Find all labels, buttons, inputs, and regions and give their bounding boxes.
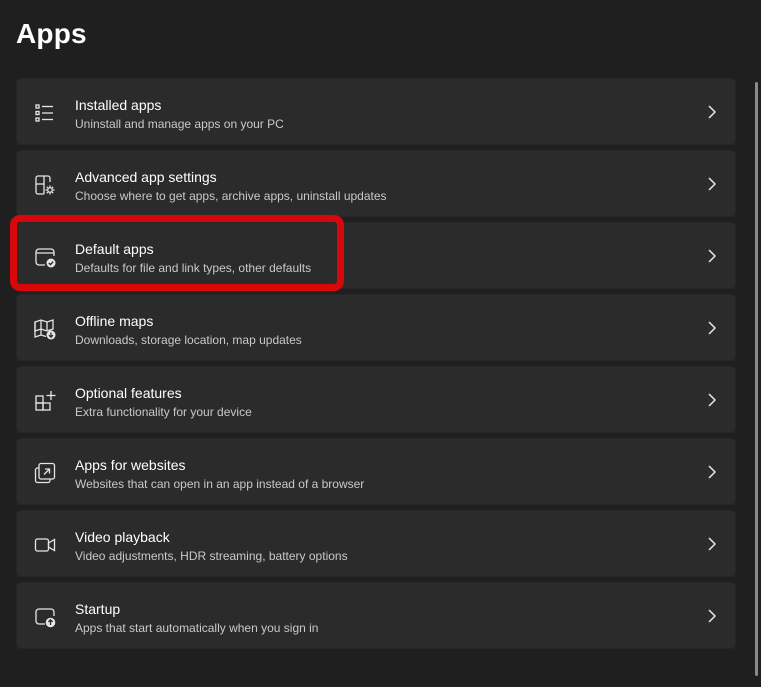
item-title: Apps for websites [75, 457, 186, 473]
installed-apps-item[interactable]: Installed apps Uninstall and manage apps… [16, 78, 736, 145]
startup-icon [33, 605, 57, 629]
page-title: Apps [16, 18, 87, 49]
item-subtitle: Apps that start automatically when you s… [75, 621, 319, 635]
installed-apps-icon [33, 101, 57, 125]
item-title: Offline maps [75, 313, 154, 329]
advanced-app-settings-item[interactable]: Advanced app settings Choose where to ge… [16, 150, 736, 217]
chevron-right-icon [705, 392, 719, 408]
startup-item[interactable]: Startup Apps that start automatically wh… [16, 582, 736, 649]
advanced-app-settings-icon [33, 173, 57, 197]
item-title: Startup [75, 601, 121, 617]
item-subtitle: Defaults for file and link types, other … [75, 261, 312, 275]
chevron-right-icon [705, 464, 719, 480]
chevron-right-icon [705, 320, 719, 336]
settings-list: Installed apps Uninstall and manage apps… [16, 78, 736, 654]
video-playback-item[interactable]: Video playback Video adjustments, HDR st… [16, 510, 736, 577]
item-title: Video playback [75, 529, 170, 545]
video-camera-icon [33, 533, 57, 557]
default-apps-icon [33, 245, 57, 269]
item-subtitle: Video adjustments, HDR streaming, batter… [75, 549, 348, 563]
apps-for-websites-item[interactable]: Apps for websites Websites that can open… [16, 438, 736, 505]
item-title: Advanced app settings [75, 169, 217, 185]
item-subtitle: Extra functionality for your device [75, 405, 252, 419]
optional-features-item[interactable]: Optional features Extra functionality fo… [16, 366, 736, 433]
offline-maps-item[interactable]: Offline maps Downloads, storage location… [16, 294, 736, 361]
chevron-right-icon [705, 104, 719, 120]
item-title: Installed apps [75, 97, 162, 113]
item-title: Optional features [75, 385, 182, 401]
optional-features-icon [33, 389, 57, 413]
chevron-right-icon [705, 176, 719, 192]
chevron-right-icon [705, 608, 719, 624]
item-subtitle: Choose where to get apps, archive apps, … [75, 189, 387, 203]
chevron-right-icon [705, 248, 719, 264]
default-apps-item[interactable]: Default apps Defaults for file and link … [16, 222, 736, 289]
apps-for-websites-icon [33, 461, 57, 485]
item-title: Default apps [75, 241, 154, 257]
offline-maps-icon [33, 317, 57, 341]
item-subtitle: Websites that can open in an app instead… [75, 477, 365, 491]
item-subtitle: Downloads, storage location, map updates [75, 333, 302, 347]
scrollbar[interactable] [755, 82, 758, 676]
item-subtitle: Uninstall and manage apps on your PC [75, 117, 284, 131]
chevron-right-icon [705, 536, 719, 552]
